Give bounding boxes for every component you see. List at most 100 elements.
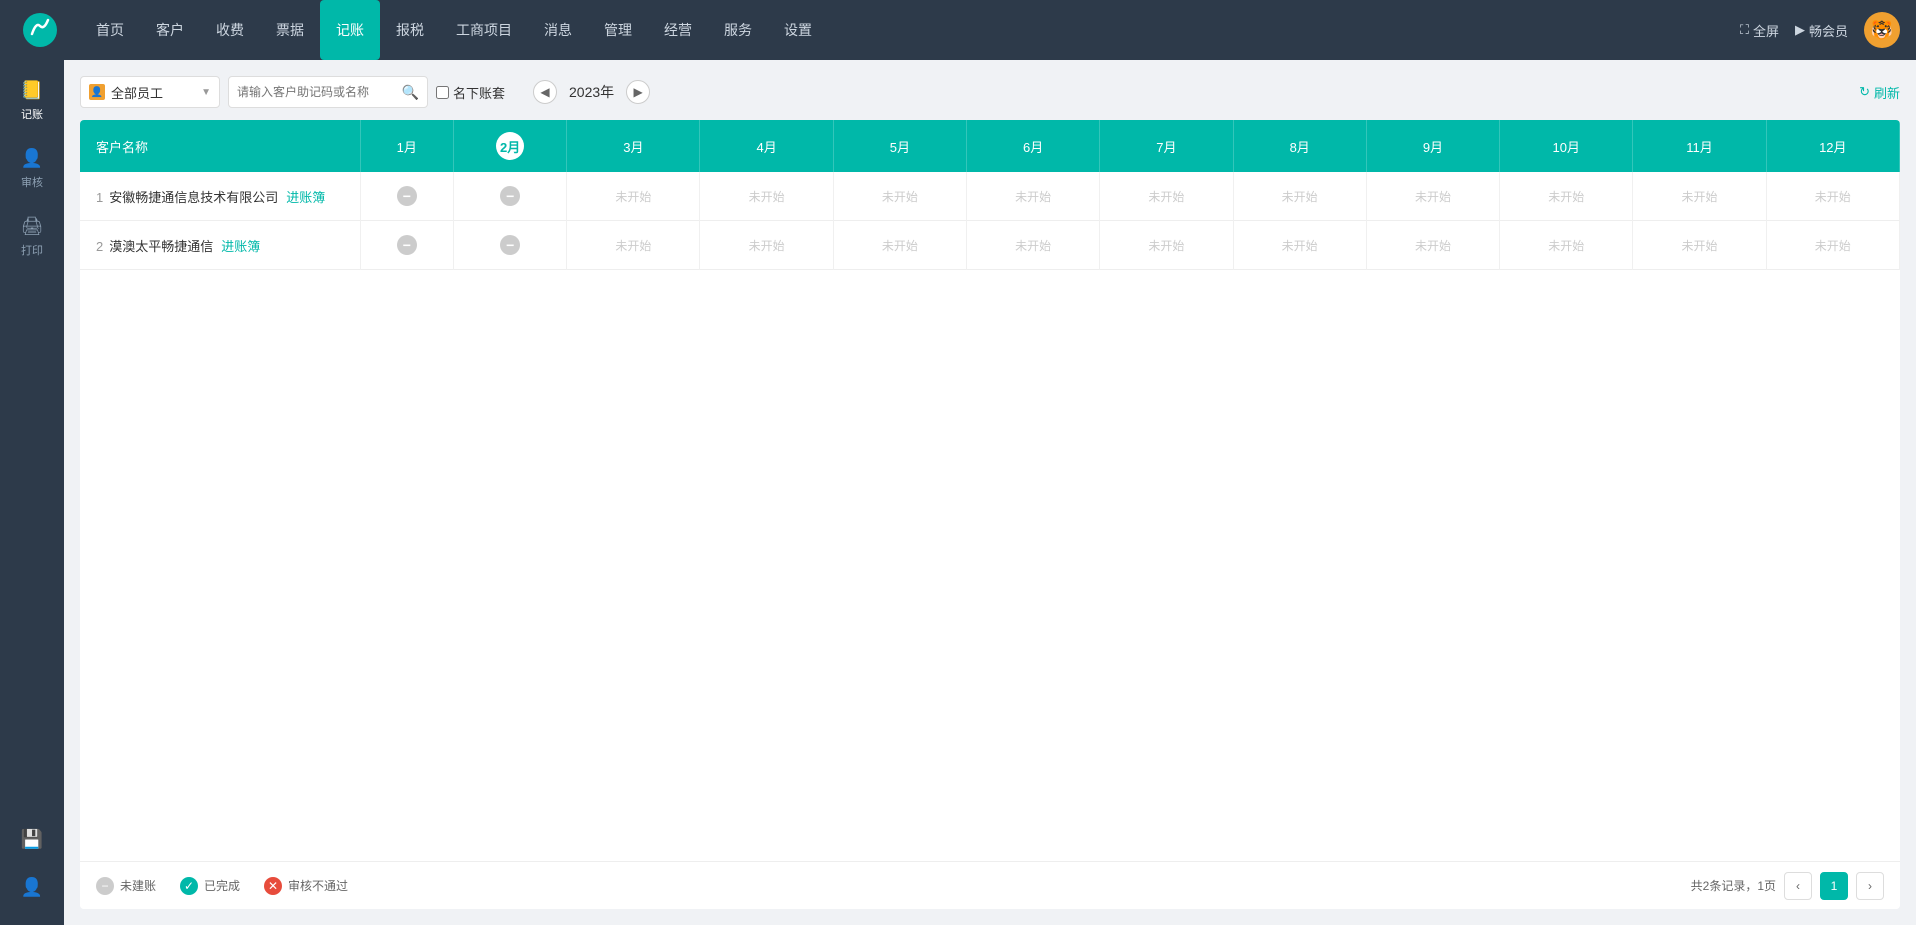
header-jun: 6月	[967, 120, 1100, 172]
accounting-icon: 📒	[20, 78, 44, 102]
nav-accounting[interactable]: 记账	[320, 0, 380, 60]
header-mar: 3月	[567, 120, 700, 172]
cell-month-1: −	[360, 221, 454, 270]
next-year-button[interactable]: ▶	[626, 80, 650, 104]
minus-status-icon: −	[500, 186, 520, 206]
employee-select[interactable]: 👤 全部员工 ▼	[80, 76, 220, 108]
nav-home[interactable]: 首页	[80, 0, 140, 60]
table-row: 1安徽畅捷通信息技术有限公司进账簿−−未开始未开始未开始未开始未开始未开始未开始…	[80, 172, 1900, 221]
cell-month-10: 未开始	[1500, 221, 1633, 270]
nav-service[interactable]: 服务	[708, 0, 768, 60]
myaccount-checkbox[interactable]	[436, 86, 449, 99]
cell-month-4: 未开始	[700, 172, 833, 221]
cell-month-11: 未开始	[1633, 221, 1766, 270]
nav-client[interactable]: 客户	[140, 0, 200, 60]
sidebar-item-label-accounting: 记账	[21, 106, 43, 122]
header-aug: 8月	[1233, 120, 1366, 172]
client-name: 安徽畅捷通信息技术有限公司	[109, 190, 278, 205]
sidebar-item-print[interactable]: 🖨 打印	[4, 204, 60, 268]
nav-business[interactable]: 工商项目	[440, 0, 528, 60]
not-started-text: 未开始	[1148, 190, 1184, 204]
not-started-text: 未开始	[1282, 190, 1318, 204]
not-started-text: 未开始	[1548, 239, 1584, 253]
next-page-button[interactable]: ›	[1856, 872, 1884, 900]
refresh-button[interactable]: ↻ 刷新	[1859, 83, 1900, 102]
nav-operation[interactable]: 经营	[648, 0, 708, 60]
table-scroll[interactable]: 客户名称 1月 2月 3月 4月 5月 6月 7月 8月 9月 10月 11月	[80, 120, 1900, 861]
nav-message[interactable]: 消息	[528, 0, 588, 60]
table-row: 2漠澳太平畅捷通信进账簿−−未开始未开始未开始未开始未开始未开始未开始未开始未开…	[80, 221, 1900, 270]
header-sep: 9月	[1366, 120, 1499, 172]
header-may: 5月	[833, 120, 966, 172]
not-started-text: 未开始	[749, 190, 785, 204]
cell-month-5: 未开始	[833, 172, 966, 221]
search-button[interactable]: 🔍	[402, 84, 419, 101]
prev-year-button[interactable]: ◀	[533, 80, 557, 104]
header-jan: 1月	[360, 120, 454, 172]
sidebar: 📒 记账 👤 审核 🖨 打印 💾 👤	[0, 60, 64, 925]
cell-month-5: 未开始	[833, 221, 966, 270]
member-btn[interactable]: ▶ 畅会员	[1795, 21, 1848, 40]
not-started-text: 未开始	[1282, 239, 1318, 253]
top-nav: 首页 客户 收费 票据 记账 报税 工商项目 消息 管理 经营 服务 设置 ⛶ …	[0, 0, 1916, 60]
print-icon: 🖨	[20, 214, 44, 238]
nav-fee[interactable]: 收费	[200, 0, 260, 60]
header-client: 客户名称	[80, 120, 360, 172]
not-started-text: 未开始	[1681, 190, 1717, 204]
cell-month-12: 未开始	[1766, 172, 1899, 221]
nav-right: ⛶ 全屏 ▶ 畅会员 🐯	[1740, 12, 1900, 48]
cell-month-2: −	[454, 221, 567, 270]
sidebar-item-profile[interactable]: 👤	[4, 865, 60, 909]
year-nav: ◀ 2023年 ▶	[533, 80, 650, 104]
myaccount-checkbox-wrap[interactable]: 名下账套	[436, 83, 505, 102]
legend-rejected-label: 审核不通过	[288, 877, 348, 894]
cell-month-3: 未开始	[567, 221, 700, 270]
select-arrow-icon: ▼	[201, 87, 211, 98]
pagination: 共2条记录，1页 ‹ 1 ›	[1691, 872, 1884, 900]
table-footer: − 未建账 ✓ 已完成 ✕ 审核不通过 共2条记录，1页 ‹ 1 ›	[80, 861, 1900, 909]
sidebar-item-download[interactable]: 💾	[4, 817, 60, 861]
header-jul: 7月	[1100, 120, 1233, 172]
not-started-text: 未开始	[882, 190, 918, 204]
cell-month-8: 未开始	[1233, 172, 1366, 221]
enter-ledger-link[interactable]: 进账簿	[221, 239, 260, 254]
cell-month-1: −	[360, 172, 454, 221]
legend-completed-label: 已完成	[204, 877, 240, 894]
employee-select-text: 全部员工	[111, 83, 195, 102]
not-started-text: 未开始	[882, 239, 918, 253]
not-started-text: 未开始	[1415, 190, 1451, 204]
member-label: 畅会员	[1809, 21, 1848, 40]
not-started-text: 未开始	[749, 239, 785, 253]
play-icon: ▶	[1795, 22, 1805, 38]
header-apr: 4月	[700, 120, 833, 172]
myaccount-label: 名下账套	[453, 83, 505, 102]
legend-not-built: − 未建账	[96, 877, 156, 895]
header-nov: 11月	[1633, 120, 1766, 172]
employee-icon: 👤	[89, 84, 105, 100]
cell-month-6: 未开始	[967, 172, 1100, 221]
nav-tax[interactable]: 报税	[380, 0, 440, 60]
cell-month-8: 未开始	[1233, 221, 1366, 270]
fullscreen-btn[interactable]: ⛶ 全屏	[1740, 21, 1779, 40]
not-started-text: 未开始	[615, 190, 651, 204]
not-started-text: 未开始	[1148, 239, 1184, 253]
not-started-text: 未开始	[1681, 239, 1717, 253]
nav-settings[interactable]: 设置	[768, 0, 828, 60]
nav-invoice[interactable]: 票据	[260, 0, 320, 60]
user-avatar[interactable]: 🐯	[1864, 12, 1900, 48]
header-feb: 2月	[454, 120, 567, 172]
nav-manage[interactable]: 管理	[588, 0, 648, 60]
search-input[interactable]	[237, 85, 396, 99]
sidebar-bottom: 💾 👤	[0, 817, 64, 925]
refresh-label: 刷新	[1874, 83, 1900, 102]
prev-page-button[interactable]: ‹	[1784, 872, 1812, 900]
sidebar-item-accounting[interactable]: 📒 记账	[4, 68, 60, 132]
page-1-button[interactable]: 1	[1820, 872, 1848, 900]
download-icon: 💾	[20, 827, 44, 851]
legend-dot-gray: −	[96, 877, 114, 895]
header-dec: 12月	[1766, 120, 1899, 172]
enter-ledger-link[interactable]: 进账簿	[286, 190, 325, 205]
sidebar-item-review[interactable]: 👤 审核	[4, 136, 60, 200]
cell-client: 2漠澳太平畅捷通信进账簿	[80, 221, 360, 270]
cell-month-4: 未开始	[700, 221, 833, 270]
